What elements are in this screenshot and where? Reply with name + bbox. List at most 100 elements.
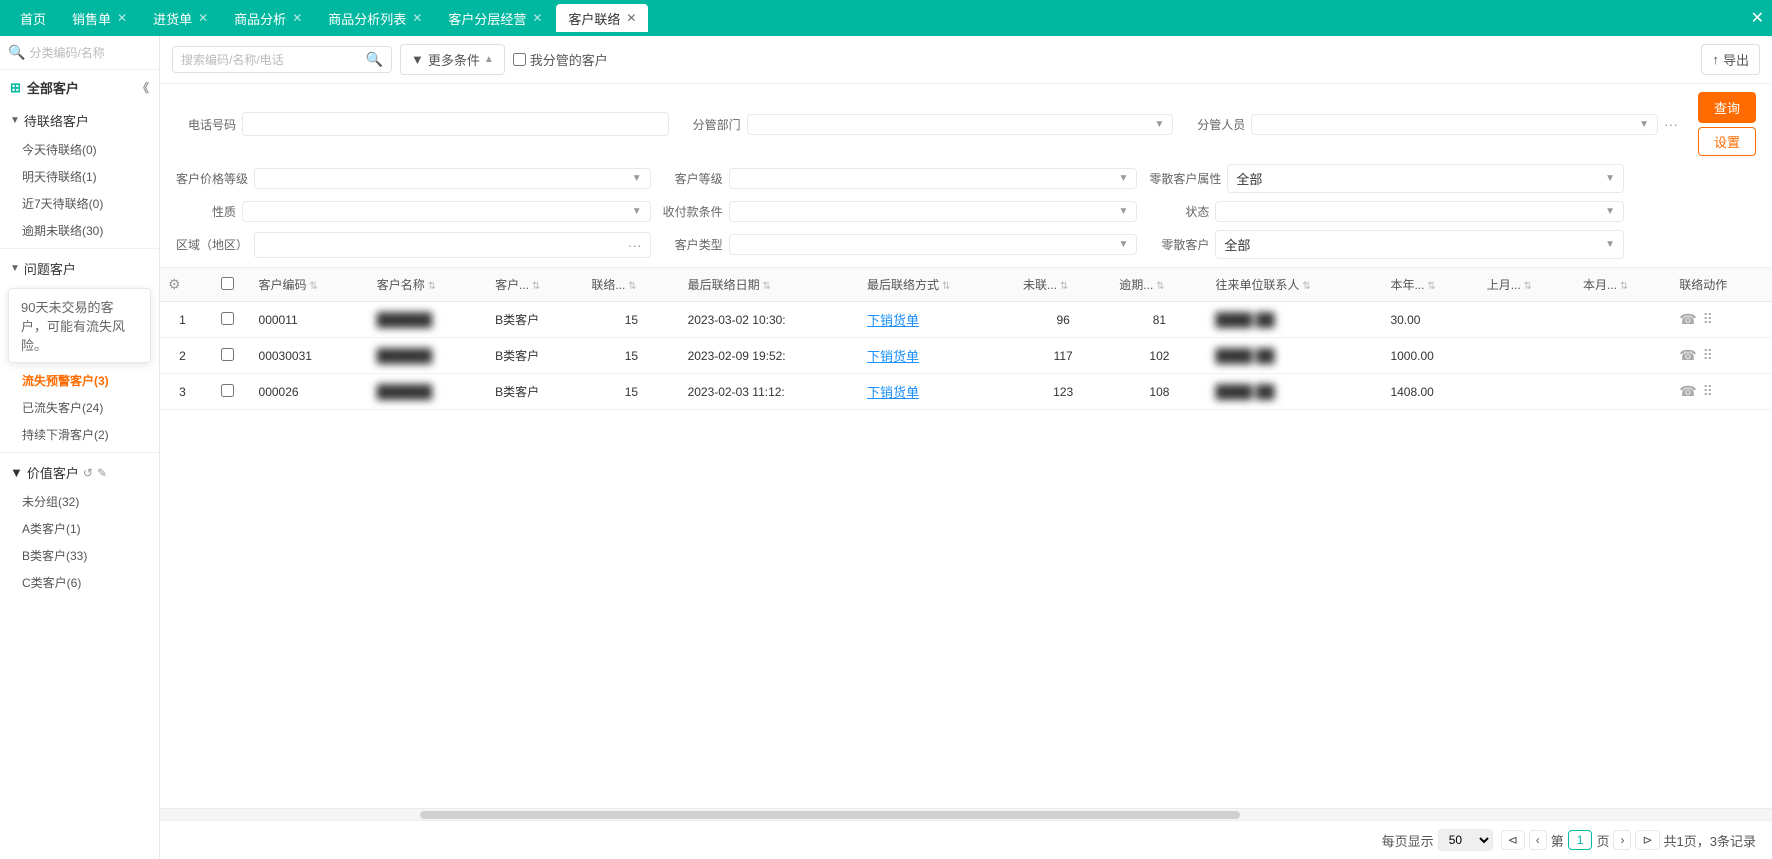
filter-search-icon[interactable]: 🔍 <box>366 51 383 68</box>
nav-home[interactable]: 首页 <box>8 9 58 28</box>
th-last-month[interactable]: 上月... <box>1479 268 1575 302</box>
nav-tab-product-list[interactable]: 商品分析列表 ✕ <box>316 4 434 32</box>
my-customers-checkbox-label[interactable]: 我分管的客户 <box>513 50 608 69</box>
method-link[interactable]: 下销货单 <box>867 349 919 364</box>
gear-settings-icon[interactable]: ⚙ <box>168 276 181 292</box>
sidebar-item-class-a[interactable]: A类客户(1) <box>0 515 159 542</box>
sidebar-group-problem-header[interactable]: ▼ 问题客户 <box>0 253 159 284</box>
query-button[interactable]: 查询 <box>1698 92 1756 123</box>
contact-icon[interactable]: ☎ <box>1679 347 1696 364</box>
contact-icon[interactable]: ☎ <box>1679 311 1696 328</box>
nav-tab-sales[interactable]: 销售单 ✕ <box>60 4 139 32</box>
sidebar-item-week[interactable]: 近7天待联络(0) <box>0 190 159 217</box>
status-select[interactable]: ▼ <box>1215 201 1624 222</box>
more-dots-1[interactable]: ··· <box>1664 116 1678 132</box>
row-no-contact: 96 <box>1015 302 1111 338</box>
refresh-icon[interactable]: ↺ <box>83 466 93 480</box>
th-unit-contacts[interactable]: 往来单位联系人 <box>1208 268 1383 302</box>
th-this-month[interactable]: 本月... <box>1575 268 1671 302</box>
sidebar-item-overdue[interactable]: 逾期未联络(30) <box>0 217 159 244</box>
dept-select[interactable]: ▼ <box>747 114 1174 135</box>
first-page-button[interactable]: ⊲ <box>1501 830 1525 850</box>
th-overdue[interactable]: 逾期... <box>1111 268 1207 302</box>
sidebar-item-class-b[interactable]: B类客户(33) <box>0 542 159 569</box>
phone-input[interactable] <box>242 112 669 136</box>
close-tab-customer-tier[interactable]: ✕ <box>532 11 542 25</box>
sidebar-item-declining[interactable]: 持续下滑客户(2) <box>0 421 159 448</box>
th-last-date[interactable]: 最后联络日期 <box>680 268 859 302</box>
sidebar-search-input[interactable] <box>29 46 160 60</box>
close-tab-purchase[interactable]: ✕ <box>198 11 208 25</box>
row-contacts: 15 <box>583 374 679 410</box>
current-page[interactable]: 1 <box>1568 830 1593 850</box>
scrollbar-thumb[interactable] <box>420 811 1240 819</box>
th-no-contact[interactable]: 未联... <box>1015 268 1111 302</box>
filter-search-input[interactable] <box>181 53 362 67</box>
sidebar-item-churned[interactable]: 已流失客户(24) <box>0 394 159 421</box>
sidebar-item-unclassified[interactable]: 未分组(32) <box>0 488 159 515</box>
adv-filter-row-4: 区域（地区） ··· 客户类型 ▼ 零散 <box>176 230 1756 259</box>
row-action: ☎ ⠿ <box>1671 338 1772 374</box>
page-size-dropdown[interactable]: 50 100 200 <box>1438 829 1493 851</box>
th-this-year[interactable]: 本年... <box>1382 268 1478 302</box>
sidebar-item-class-c[interactable]: C类客户(6) <box>0 569 159 596</box>
sidebar-group-value-header[interactable]: ▼ 价值客户 ↺ ✎ <box>0 457 159 488</box>
horizontal-scrollbar[interactable] <box>160 808 1772 820</box>
sidebar-group-problem: ▼ 问题客户 90天未交易的客户，可能有流失风险。 流失预警客户(3) 已流失客… <box>0 253 159 448</box>
th-contacts[interactable]: 联络... <box>583 268 679 302</box>
settings-button[interactable]: 设置 <box>1698 127 1756 156</box>
th-code[interactable]: 客户编码 <box>251 268 369 302</box>
row-checkbox[interactable] <box>221 312 234 325</box>
close-tab-sales[interactable]: ✕ <box>117 11 127 25</box>
method-link[interactable]: 下销货单 <box>867 313 919 328</box>
nature-select[interactable]: ▼ <box>242 201 651 222</box>
row-index: 1 <box>160 302 205 338</box>
row-checkbox[interactable] <box>221 384 234 397</box>
price-grade-select[interactable]: ▼ <box>254 168 651 189</box>
person-select[interactable]: ▼ <box>1251 114 1658 135</box>
more-actions-icon[interactable]: ⠿ <box>1703 383 1713 400</box>
th-name[interactable]: 客户名称 <box>369 268 487 302</box>
region-select[interactable]: ··· <box>254 232 651 258</box>
close-window-icon[interactable]: ✕ <box>1751 8 1764 28</box>
th-last-method[interactable]: 最后联络方式 <box>859 268 1015 302</box>
more-actions-icon[interactable]: ⠿ <box>1703 347 1713 364</box>
last-page-button[interactable]: ⊳ <box>1635 830 1659 850</box>
region-dots[interactable]: ··· <box>628 237 642 253</box>
collapse-sidebar-icon[interactable]: 《 <box>137 79 149 96</box>
export-icon: ↑ <box>1712 52 1719 67</box>
nav-tab-customer-contact[interactable]: 客户联络 ✕ <box>556 4 648 32</box>
customer-type-select[interactable]: ▼ <box>729 234 1138 255</box>
contact-icon[interactable]: ☎ <box>1679 383 1696 400</box>
th-type[interactable]: 客户... <box>487 268 583 302</box>
zero-attr-select[interactable]: 全部 ▼ <box>1227 164 1624 193</box>
customer-grade-select[interactable]: ▼ <box>729 168 1138 189</box>
nav-tab-customer-tier[interactable]: 客户分层经营 ✕ <box>436 4 554 32</box>
close-tab-product-list[interactable]: ✕ <box>412 11 422 25</box>
close-tab-customer-contact[interactable]: ✕ <box>626 11 636 25</box>
select-all-checkbox[interactable] <box>221 277 234 290</box>
method-link[interactable]: 下销货单 <box>867 385 919 400</box>
nav-tab-product-analysis[interactable]: 商品分析 ✕ <box>222 4 314 32</box>
filter-bar: 🔍 ▼ 更多条件 ▲ 我分管的客户 ↑ 导出 <box>160 36 1772 84</box>
payment-select[interactable]: ▼ <box>729 201 1138 222</box>
next-page-button[interactable]: › <box>1613 830 1631 850</box>
sidebar-group-pending-header[interactable]: ▼ 待联络客户 <box>0 105 159 136</box>
row-checkbox[interactable] <box>221 348 234 361</box>
sidebar-item-tomorrow[interactable]: 明天待联络(1) <box>0 163 159 190</box>
my-customers-checkbox[interactable] <box>513 53 526 66</box>
edit-icon[interactable]: ✎ <box>97 466 107 480</box>
export-button[interactable]: ↑ 导出 <box>1701 44 1760 75</box>
row-contacts: 15 <box>583 338 679 374</box>
sidebar-item-churn-warning[interactable]: 流失预警客户(3) <box>0 367 159 394</box>
zero-customer-select[interactable]: 全部 ▼ <box>1215 230 1624 259</box>
customer-table: ⚙ 客户编码 客户名称 客户... 联络... 最后联络日期 最后联络方式 未联… <box>160 268 1772 410</box>
row-checkbox-cell <box>205 338 251 374</box>
more-actions-icon[interactable]: ⠿ <box>1703 311 1713 328</box>
sidebar-all-customers[interactable]: ⊞ 全部客户 《 <box>0 70 159 105</box>
sidebar-item-today[interactable]: 今天待联络(0) <box>0 136 159 163</box>
nav-tab-purchase[interactable]: 进货单 ✕ <box>141 4 220 32</box>
more-conditions-button[interactable]: ▼ 更多条件 ▲ <box>400 44 505 75</box>
prev-page-button[interactable]: ‹ <box>1529 830 1547 850</box>
close-tab-product-analysis[interactable]: ✕ <box>292 11 302 25</box>
